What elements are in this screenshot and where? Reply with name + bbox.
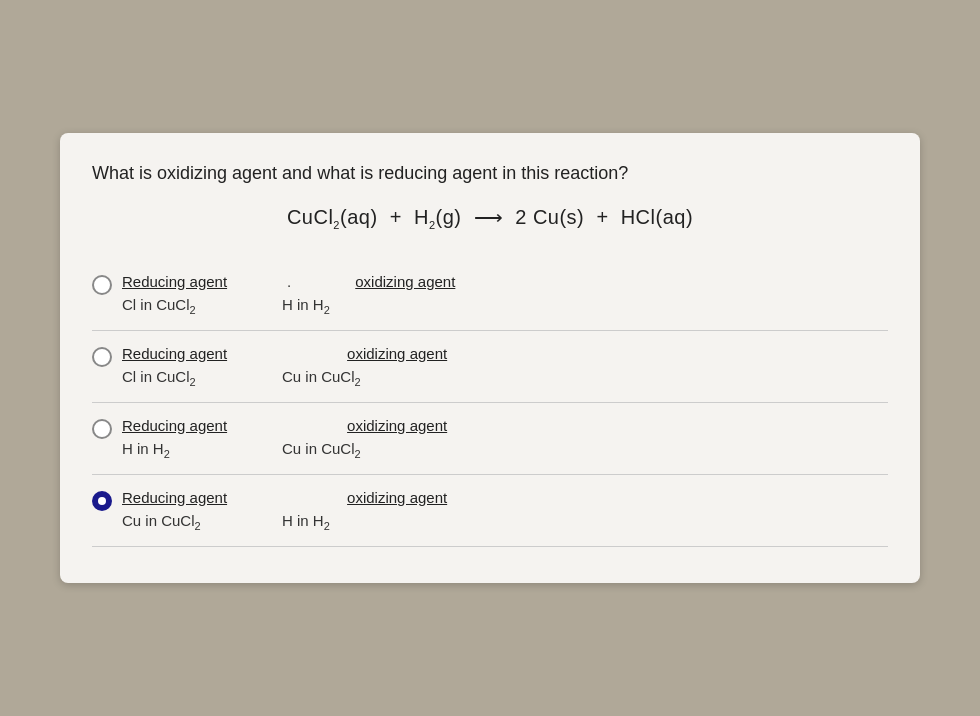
- option-3-oxidizing-value: Cu in CuCl2: [282, 440, 382, 460]
- option-2-values: Cl in CuCl2 Cu in CuCl2: [122, 368, 447, 388]
- radio-circle-4[interactable]: [92, 491, 112, 511]
- radio-circle-1[interactable]: [92, 275, 112, 295]
- radio-4[interactable]: [92, 489, 112, 511]
- quiz-card: What is oxidizing agent and what is redu…: [60, 133, 920, 582]
- option-4-content: Reducing agent oxidizing agent Cu in CuC…: [122, 489, 447, 532]
- option-1-oxidizing-label: oxidizing agent: [355, 273, 455, 290]
- option-3-labels: Reducing agent oxidizing agent: [122, 417, 447, 434]
- option-4-reducing-value: Cu in CuCl2: [122, 512, 222, 532]
- option-2-reducing-label: Reducing agent: [122, 345, 227, 362]
- option-2-reducing-value: Cl in CuCl2: [122, 368, 222, 388]
- option-2-labels: Reducing agent oxidizing agent: [122, 345, 447, 362]
- option-3-oxidizing-label: oxidizing agent: [347, 417, 447, 434]
- option-1-oxidizing-value: H in H2: [282, 296, 382, 316]
- option-4-labels: Reducing agent oxidizing agent: [122, 489, 447, 506]
- option-2-oxidizing-label: oxidizing agent: [347, 345, 447, 362]
- option-1-reducing-value: Cl in CuCl2: [122, 296, 222, 316]
- option-4[interactable]: Reducing agent oxidizing agent Cu in CuC…: [92, 475, 888, 547]
- option-3-reducing-value: H in H2: [122, 440, 222, 460]
- option-2-content: Reducing agent oxidizing agent Cl in CuC…: [122, 345, 447, 388]
- option-1-reducing-label: Reducing agent: [122, 273, 227, 290]
- radio-3[interactable]: [92, 417, 112, 439]
- option-1-content: Reducing agent . oxidizing agent Cl in C…: [122, 273, 455, 316]
- radio-circle-2[interactable]: [92, 347, 112, 367]
- option-3[interactable]: Reducing agent oxidizing agent H in H2 C…: [92, 403, 888, 475]
- option-1-dot: .: [287, 273, 291, 290]
- option-1-labels: Reducing agent . oxidizing agent: [122, 273, 455, 290]
- option-4-reducing-label: Reducing agent: [122, 489, 227, 506]
- radio-1[interactable]: [92, 273, 112, 295]
- radio-inner-4: [98, 497, 106, 505]
- radio-2[interactable]: [92, 345, 112, 367]
- option-1-values: Cl in CuCl2 H in H2: [122, 296, 455, 316]
- question-text: What is oxidizing agent and what is redu…: [92, 161, 888, 186]
- option-4-oxidizing-label: oxidizing agent: [347, 489, 447, 506]
- option-3-values: H in H2 Cu in CuCl2: [122, 440, 447, 460]
- option-2-oxidizing-value: Cu in CuCl2: [282, 368, 382, 388]
- chemical-equation: CuCl2(aq) + H2(g) ⟶ 2 Cu(s) + HCl(aq): [92, 205, 888, 231]
- radio-circle-3[interactable]: [92, 419, 112, 439]
- option-3-reducing-label: Reducing agent: [122, 417, 227, 434]
- option-1[interactable]: Reducing agent . oxidizing agent Cl in C…: [92, 259, 888, 331]
- option-3-content: Reducing agent oxidizing agent H in H2 C…: [122, 417, 447, 460]
- option-4-values: Cu in CuCl2 H in H2: [122, 512, 447, 532]
- option-4-oxidizing-value: H in H2: [282, 512, 382, 532]
- option-2[interactable]: Reducing agent oxidizing agent Cl in CuC…: [92, 331, 888, 403]
